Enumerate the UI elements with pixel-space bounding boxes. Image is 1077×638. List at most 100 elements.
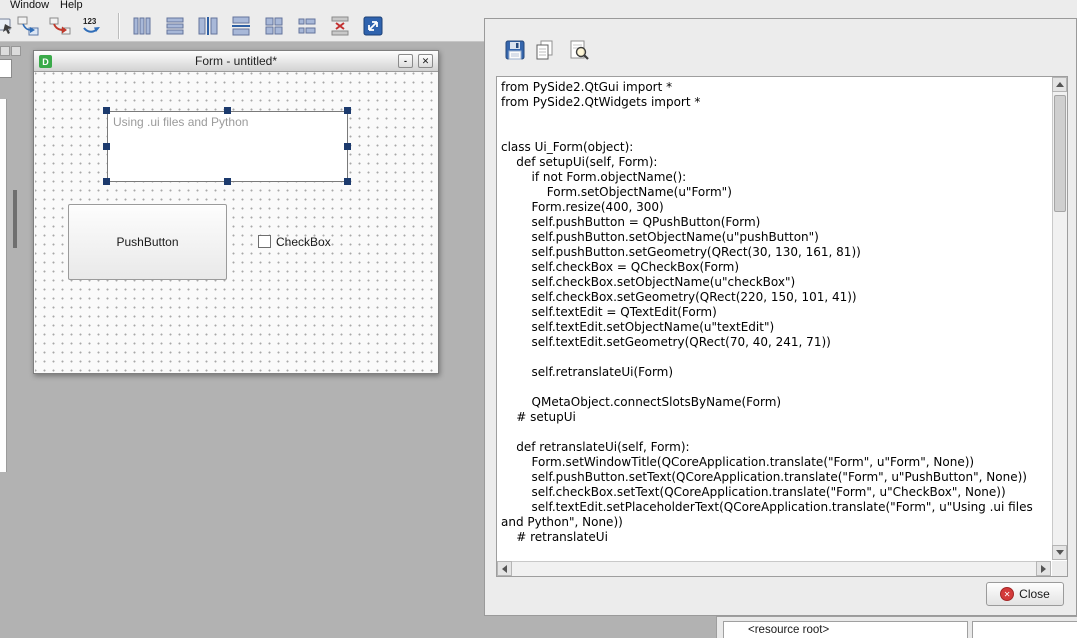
- pushbutton-widget[interactable]: PushButton: [68, 204, 227, 280]
- code-line: self.checkBox.setGeometry(QRect(220, 150…: [501, 290, 1050, 305]
- code-line: self.pushButton.setObjectName(u"pushButt…: [501, 230, 1050, 245]
- form-designer-window: D Form - untitled* - ✕ Using .ui files a…: [33, 50, 439, 374]
- edit-signals-slots-icon: [17, 15, 39, 37]
- selection-handle[interactable]: [344, 178, 351, 185]
- selection-handle[interactable]: [103, 107, 110, 114]
- code-preview-dialog: from PySide2.QtGui import *from PySide2.…: [484, 18, 1077, 616]
- checkbox-widget[interactable]: CheckBox: [258, 233, 331, 250]
- selection-handle[interactable]: [344, 107, 351, 114]
- minimize-button[interactable]: -: [398, 54, 413, 68]
- code-line: # retranslateUi: [501, 530, 1050, 545]
- close-icon-glyph: ✕: [1004, 590, 1011, 599]
- checkbox-indicator[interactable]: [258, 235, 271, 248]
- adjust-size-button[interactable]: [361, 14, 385, 38]
- menu-window[interactable]: Window: [10, 0, 49, 11]
- code-line: [501, 125, 1050, 140]
- arrow-down-icon: [1056, 550, 1064, 555]
- layout-horizontal-splitter-button[interactable]: [196, 14, 220, 38]
- mdi-restore-button[interactable]: [0, 46, 10, 56]
- code-line: class Ui_Form(object):: [501, 140, 1050, 155]
- layout-vertical-splitter-button[interactable]: [229, 14, 253, 38]
- break-layout-button[interactable]: [328, 14, 352, 38]
- edit-tab-order-button[interactable]: 123: [80, 14, 104, 38]
- menu-help[interactable]: Help: [60, 0, 83, 11]
- scroll-left-button[interactable]: [497, 561, 512, 576]
- window-close-button[interactable]: ✕: [418, 54, 433, 68]
- dock-filter-input[interactable]: [0, 59, 12, 78]
- scrollbar-corner: [1052, 561, 1067, 576]
- edit-buddies-button[interactable]: [48, 14, 72, 38]
- code-line: self.retranslateUi(Form): [501, 365, 1050, 380]
- horizontal-scrollbar[interactable]: [497, 561, 1051, 576]
- layout-vertical-button[interactable]: [163, 14, 187, 38]
- edit-signals-slots-button[interactable]: [16, 14, 40, 38]
- mdi-close-button[interactable]: [11, 46, 21, 56]
- toolbar-separator: [118, 13, 120, 39]
- close-icon: ✕: [1000, 587, 1014, 601]
- code-line: if not Form.objectName():: [501, 170, 1050, 185]
- textedit-widget[interactable]: Using .ui files and Python: [107, 111, 348, 182]
- widgetbox-panel-sliver: [0, 99, 7, 472]
- code-line: self.textEdit.setGeometry(QRect(70, 40, …: [501, 335, 1050, 350]
- form-window-titlebar[interactable]: D Form - untitled* - ✕: [34, 51, 438, 72]
- vertical-scrollbar[interactable]: [1052, 77, 1067, 560]
- selection-handle[interactable]: [103, 178, 110, 185]
- code-line: self.checkBox.setText(QCoreApplication.t…: [501, 485, 1050, 500]
- code-line: self.textEdit = QTextEdit(Form): [501, 305, 1050, 320]
- code-line: Form.setWindowTitle(QCoreApplication.tra…: [501, 455, 1050, 470]
- layout-vertical-icon: [164, 15, 186, 37]
- svg-text:123: 123: [83, 17, 97, 26]
- code-line: # setupUi: [501, 410, 1050, 425]
- code-line: def retranslateUi(self, Form):: [501, 440, 1050, 455]
- checkbox-label: CheckBox: [276, 235, 331, 249]
- code-line: [501, 380, 1050, 395]
- layout-horizontal-icon: [131, 15, 153, 37]
- code-line: from PySide2.QtGui import *: [501, 80, 1050, 95]
- code-line: def setupUi(self, Form):: [501, 155, 1050, 170]
- code-view[interactable]: from PySide2.QtGui import *from PySide2.…: [496, 76, 1068, 577]
- find-button[interactable]: [567, 38, 591, 62]
- selection-handle[interactable]: [103, 143, 110, 150]
- layout-vertical-splitter-icon: [230, 15, 252, 37]
- panel-scrollbar-thumb[interactable]: [13, 190, 17, 248]
- save-icon: [504, 39, 526, 61]
- scroll-down-button[interactable]: [1052, 545, 1067, 560]
- save-button[interactable]: [503, 38, 527, 62]
- menubar: Window Help: [0, 0, 1077, 12]
- layout-horizontal-button[interactable]: [130, 14, 154, 38]
- code-line: self.checkBox = QCheckBox(Form): [501, 260, 1050, 275]
- selection-handle[interactable]: [224, 107, 231, 114]
- layout-grid-icon: [263, 15, 285, 37]
- resource-browser-panel: <resource root>: [716, 616, 1077, 638]
- layout-form-icon: [296, 15, 318, 37]
- code-line: Form.resize(400, 300): [501, 200, 1050, 215]
- code-text: from PySide2.QtGui import *from PySide2.…: [501, 80, 1050, 559]
- edit-buddies-icon: [49, 15, 71, 37]
- code-line: and Python", None)): [501, 515, 1050, 530]
- code-line: from PySide2.QtWidgets import *: [501, 95, 1050, 110]
- selection-handle[interactable]: [344, 143, 351, 150]
- edit-widgets-button[interactable]: [0, 14, 16, 38]
- find-icon: [568, 39, 590, 61]
- code-line: [501, 425, 1050, 440]
- close-button[interactable]: ✕ Close: [986, 582, 1064, 606]
- close-button-label: Close: [1019, 587, 1050, 601]
- form-window-title: Form - untitled*: [34, 54, 438, 68]
- copy-icon: [534, 39, 556, 61]
- selection-handle[interactable]: [224, 178, 231, 185]
- vertical-scrollbar-thumb[interactable]: [1054, 95, 1066, 212]
- edit-tab-order-icon: 123: [81, 15, 103, 37]
- resource-detail-panel[interactable]: [972, 621, 1077, 638]
- scroll-right-button[interactable]: [1036, 561, 1051, 576]
- resource-root-item[interactable]: <resource root>: [723, 621, 968, 638]
- layout-grid-button[interactable]: [262, 14, 286, 38]
- layout-horizontal-splitter-icon: [197, 15, 219, 37]
- layout-form-button[interactable]: [295, 14, 319, 38]
- code-line: self.pushButton.setText(QCoreApplication…: [501, 470, 1050, 485]
- code-line: self.pushButton = QPushButton(Form): [501, 215, 1050, 230]
- copy-button[interactable]: [533, 38, 557, 62]
- textedit-placeholder: Using .ui files and Python: [113, 115, 248, 129]
- form-canvas[interactable]: Using .ui files and Python PushButton Ch…: [35, 72, 437, 372]
- scroll-up-button[interactable]: [1052, 77, 1067, 92]
- arrow-left-icon: [502, 565, 507, 573]
